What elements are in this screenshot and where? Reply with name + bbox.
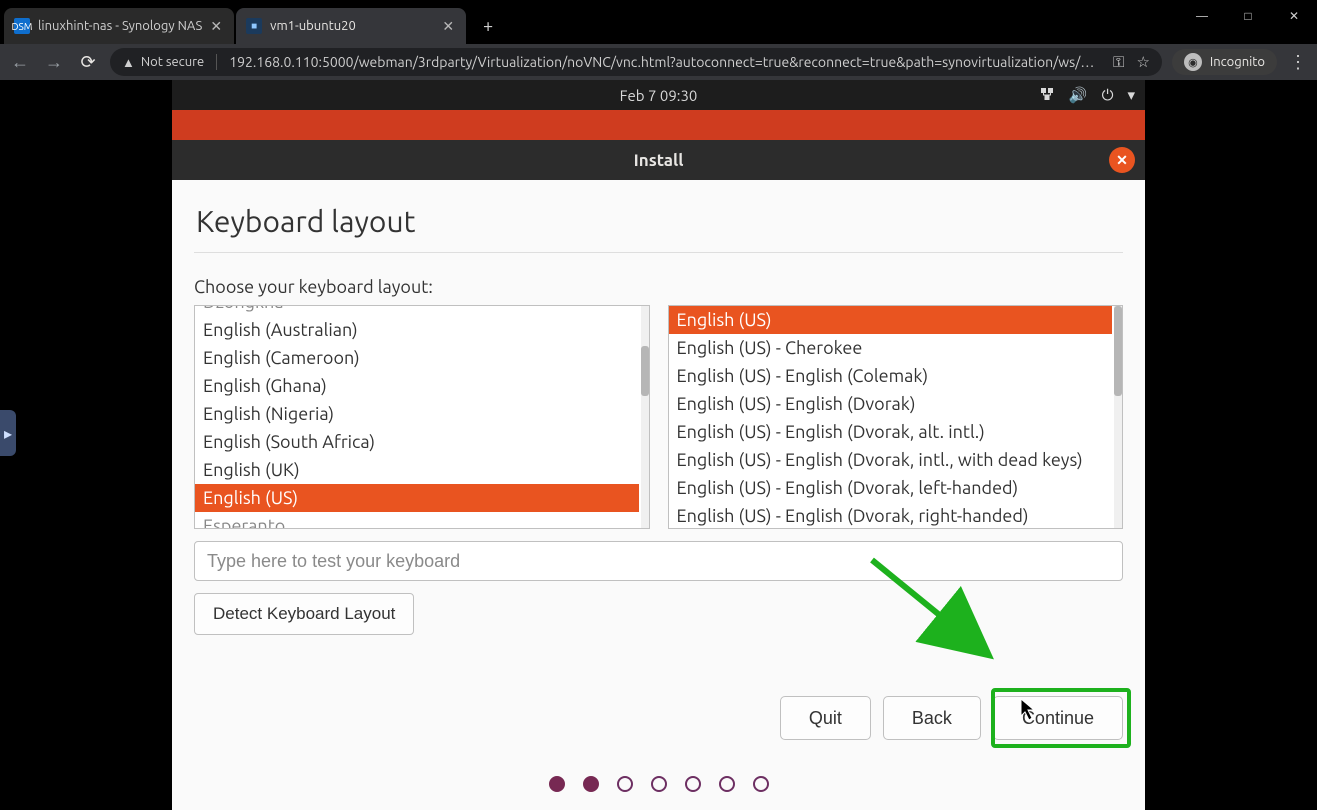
nav-back-icon[interactable]: ←	[8, 52, 32, 73]
divider	[194, 252, 1123, 253]
not-secure-label: Not secure	[141, 55, 204, 69]
progress-dot	[719, 776, 735, 792]
list-item[interactable]: English (Australian)	[195, 316, 639, 344]
key-icon[interactable]: ⚿	[1113, 53, 1124, 71]
page-heading: Keyboard layout	[194, 198, 1123, 252]
url-text: 192.168.0.110:5000/webman/3rdparty/Virtu…	[229, 54, 1101, 70]
list-item[interactable]: English (US) - English (Dvorak, intl., w…	[669, 446, 1113, 474]
gnome-top-bar: Feb 7 09:30 🔊 ⏻ ▾	[172, 80, 1145, 110]
installer-titlebar: Install ✕	[172, 140, 1145, 180]
ubuntu-accent-strip	[172, 110, 1145, 140]
list-item[interactable]: English (Nigeria)	[195, 400, 639, 428]
tab-title: linuxhint-nas - Synology NAS	[38, 19, 202, 33]
list-item[interactable]: Dzongkha	[195, 305, 639, 316]
list-item[interactable]: Esperanto	[195, 512, 639, 529]
vnc-viewport: Feb 7 09:30 🔊 ⏻ ▾ Install ✕ Keyboard lay…	[172, 80, 1145, 810]
bookmark-star-icon[interactable]: ☆	[1136, 53, 1149, 71]
progress-dot	[651, 776, 667, 792]
installer-title: Install	[634, 151, 684, 170]
nav-forward-icon[interactable]: →	[42, 52, 66, 73]
list-item[interactable]: English (US) - English (Dvorak, right-ha…	[669, 502, 1113, 529]
new-tab-button[interactable]: +	[474, 12, 502, 40]
installer-body: Keyboard layout Choose your keyboard lay…	[172, 180, 1145, 810]
list-item[interactable]: English (US) - English (Dvorak, alt. int…	[669, 418, 1113, 446]
list-item[interactable]: English (US) - English (Colemak)	[669, 362, 1113, 390]
favicon-vnc: ■	[246, 18, 262, 34]
layout-language-list[interactable]: DzongkhaEnglish (Australian)English (Cam…	[194, 305, 650, 529]
window-controls: — □ ✕	[1179, 0, 1317, 32]
nav-reload-icon[interactable]: ⟳	[76, 52, 100, 73]
incognito-badge[interactable]: ◉ Incognito	[1172, 49, 1277, 75]
browser-titlebar: DSM linuxhint-nas - Synology NAS ✕ ■ vm1…	[0, 0, 1317, 44]
window-minimize[interactable]: —	[1179, 0, 1225, 32]
list-item[interactable]: English (Cameroon)	[195, 344, 639, 372]
incognito-mask-icon: ◉	[1184, 53, 1202, 71]
list-item[interactable]: English (US) - English (Dvorak)	[669, 390, 1113, 418]
list-item[interactable]: English (US) - English (Dvorak, left-han…	[669, 474, 1113, 502]
tab-title: vm1-ubuntu20	[270, 19, 434, 33]
tab-vm1-ubuntu20[interactable]: ■ vm1-ubuntu20 ✕	[236, 8, 466, 44]
browser-menu-icon[interactable]: ⋮	[1287, 52, 1309, 73]
continue-button[interactable]: Continue	[993, 696, 1123, 740]
list-item[interactable]: English (South Africa)	[195, 428, 639, 456]
urlbar-divider	[216, 54, 217, 70]
tab-close-icon[interactable]: ✕	[442, 18, 454, 35]
window-close[interactable]: ✕	[1271, 0, 1317, 32]
tab-close-icon[interactable]: ✕	[210, 18, 222, 35]
progress-dot	[549, 776, 565, 792]
not-secure-badge[interactable]: ▲ Not secure	[122, 55, 204, 70]
tab-strip: DSM linuxhint-nas - Synology NAS ✕ ■ vm1…	[4, 0, 502, 44]
power-icon[interactable]: ⏻	[1102, 86, 1114, 104]
scrollbar-thumb[interactable]	[1114, 306, 1122, 396]
layout-variant-list[interactable]: English (US)English (US) - CherokeeEngli…	[668, 305, 1124, 529]
keyboard-lists: DzongkhaEnglish (Australian)English (Cam…	[194, 305, 1123, 529]
gnome-datetime[interactable]: Feb 7 09:30	[620, 87, 698, 104]
scrollbar[interactable]	[641, 306, 649, 528]
progress-dot	[583, 776, 599, 792]
progress-dot	[753, 776, 769, 792]
scrollbar[interactable]	[1114, 306, 1122, 528]
list-item[interactable]: English (US) - Cherokee	[669, 334, 1113, 362]
close-icon: ✕	[1116, 152, 1128, 169]
list-item[interactable]: English (Ghana)	[195, 372, 639, 400]
quit-button[interactable]: Quit	[780, 696, 871, 740]
novnc-control-tab[interactable]: ▸	[0, 410, 16, 456]
network-icon[interactable]	[1039, 86, 1055, 105]
detect-keyboard-button[interactable]: Detect Keyboard Layout	[194, 593, 414, 635]
incognito-label: Incognito	[1210, 55, 1265, 69]
browser-toolbar: ← → ⟳ ▲ Not secure 192.168.0.110:5000/we…	[0, 44, 1317, 80]
tab-synology[interactable]: DSM linuxhint-nas - Synology NAS ✕	[4, 8, 234, 44]
installer-progress-dots	[549, 776, 769, 792]
list-item[interactable]: English (US)	[195, 484, 639, 512]
chevron-down-icon[interactable]: ▾	[1127, 86, 1135, 104]
wizard-nav-buttons: Quit Back Continue	[780, 696, 1123, 740]
warning-icon: ▲	[122, 55, 135, 70]
progress-dot	[617, 776, 633, 792]
list-item[interactable]: English (US)	[669, 306, 1113, 334]
favicon-dsm: DSM	[14, 18, 30, 34]
choose-layout-label: Choose your keyboard layout:	[194, 277, 1123, 297]
scrollbar-thumb[interactable]	[641, 346, 649, 396]
list-item[interactable]: English (UK)	[195, 456, 639, 484]
keyboard-test-input[interactable]	[194, 541, 1123, 581]
address-bar[interactable]: ▲ Not secure 192.168.0.110:5000/webman/3…	[110, 48, 1162, 76]
back-button[interactable]: Back	[883, 696, 981, 740]
window-maximize[interactable]: □	[1225, 0, 1271, 32]
chevron-right-icon: ▸	[4, 424, 12, 443]
volume-icon[interactable]: 🔊	[1069, 86, 1088, 104]
installer-close-button[interactable]: ✕	[1109, 147, 1135, 173]
gnome-status-area[interactable]: 🔊 ⏻ ▾	[1039, 80, 1135, 110]
progress-dot	[685, 776, 701, 792]
